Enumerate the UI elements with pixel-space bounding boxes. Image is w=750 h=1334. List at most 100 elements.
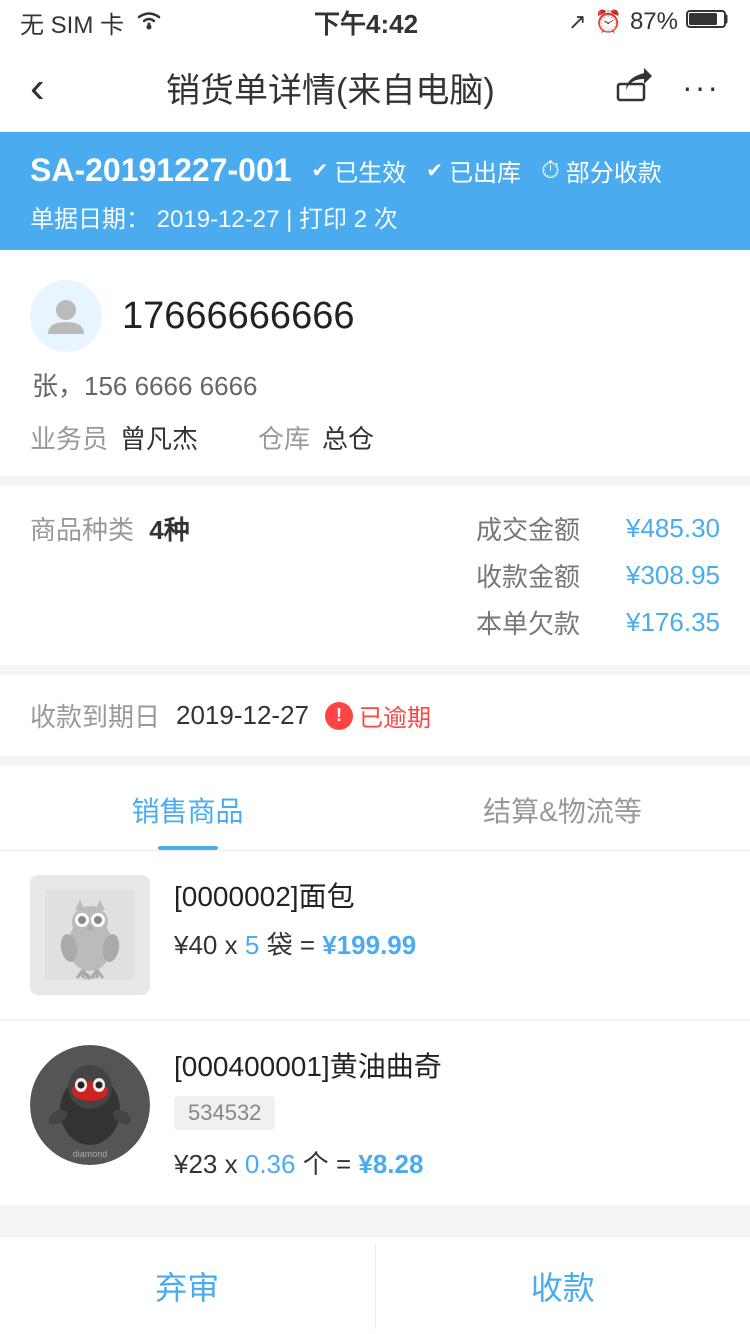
thumb-placeholder-1: 品+ [30,875,150,995]
summary-section: 商品种类 4种 成交金额 ¥485.30 收款金额 ¥308.95 本单欠款 ¥… [0,486,750,665]
warehouse-label: 仓库 [258,419,310,456]
bottom-bar: 弃审 收款 [0,1236,750,1334]
unit-price-2: ¥23 [174,1149,217,1179]
product-type-label: 商品种类 [30,515,134,545]
location-icon: ↗ [568,9,586,35]
carrier-text: 无 SIM 卡 [20,5,124,40]
list-item: 品+ [0000002]面包 ¥40 x 5 袋 = ¥199.99 [0,851,750,1019]
svg-text:diamond: diamond [73,1149,108,1159]
product-thumb-1: 品+ [30,875,150,995]
banner-row1: SA-20191227-001 ✔ 已生效 ✔ 已出库 ⏱ 部分收款 [30,152,720,189]
status-carrier: 无 SIM 卡 [20,5,164,40]
status-bar: 无 SIM 卡 下午4:42 ↗ ⏰ 87% [0,0,750,44]
check-icon-1: ✔ [312,158,329,183]
product-price-1: ¥40 x 5 袋 = ¥199.99 [174,925,720,962]
unit-price-1: ¥40 [174,930,217,960]
due-section: 收款到期日 2019-12-27 ! 已逾期 [0,675,750,756]
date-label: 单据日期： [30,206,150,233]
cancel-button[interactable]: 弃审 [0,1243,376,1329]
list-item: diamond [000400001]黄油曲奇 534532 ¥23 x 0.3… [0,1021,750,1205]
confirm-button[interactable]: 收款 [376,1243,750,1329]
sales-rep: 业务员 曾凡杰 [30,419,198,456]
alarm-icon: ⏰ [595,9,622,35]
share-icon[interactable] [616,66,652,110]
battery-icon [686,8,730,37]
nav-bar: ‹ 销货单详情(来自电脑) ··· [0,44,750,132]
tab-settlement[interactable]: 结算&物流等 [375,766,750,850]
order-id: SA-20191227-001 [30,152,292,189]
product-thumb-2: diamond [30,1045,150,1165]
back-button[interactable]: ‹ [30,63,45,113]
amount-item: 成交金额 ¥485.30 [476,510,720,547]
check-icon-2: ✔ [426,158,443,183]
battery-text: 87% [630,8,678,36]
equals-1: = [300,930,322,960]
clock-icon: ⏱ [541,157,560,185]
due-label: 收款到期日 [30,697,160,734]
product-code-2: [000400001]黄油曲奇 [174,1051,442,1082]
tabs-row: 销售商品 结算&物流等 [0,766,750,851]
status-shipped-text: 已出库 [449,153,521,188]
status-time: 下午4:42 [314,4,418,41]
order-date: 2019-12-27 [157,206,280,233]
avatar [30,280,102,352]
banner-row2: 单据日期： 2019-12-27 | 打印 2 次 [30,199,720,234]
unit-2: 个 [303,1149,329,1179]
owed-label: 本单欠款 [476,604,580,641]
received-value: ¥308.95 [600,560,720,591]
customer-name: 张，156 6666 6666 [30,366,720,403]
product-type-count: 4种 [149,515,189,545]
product-name-1: [0000002]面包 [174,875,720,915]
due-date-value: 2019-12-27 [176,700,309,731]
product-tag-2: 534532 [174,1096,275,1130]
nav-title: 销货单详情(来自电脑) [166,63,495,112]
warehouse-value: 总仓 [322,419,374,456]
nav-actions: ··· [616,66,720,110]
product-price-2: ¥23 x 0.36 个 = ¥8.28 [174,1144,720,1181]
summary-amounts: 成交金额 ¥485.30 收款金额 ¥308.95 本单欠款 ¥176.35 [476,510,720,641]
total-2: ¥8.28 [358,1149,423,1179]
status-effective-text: 已生效 [334,153,406,188]
qty-2: 0.36 [245,1149,296,1179]
status-shipped: ✔ 已出库 [426,153,521,188]
qty-1: 5 [245,930,259,960]
owed-value: ¥176.35 [600,607,720,638]
product-info-2: [000400001]黄油曲奇 534532 ¥23 x 0.36 个 = ¥8… [174,1045,720,1181]
product-type: 商品种类 4种 [30,510,190,547]
status-right: ↗ ⏰ 87% [568,8,730,37]
product-name-2: [000400001]黄油曲奇 [174,1045,720,1085]
customer-meta: 业务员 曾凡杰 仓库 总仓 [30,419,720,456]
print-suffix: 次 [374,206,398,233]
svg-text:品+: 品+ [84,973,97,980]
tab-products[interactable]: 销售商品 [0,766,375,850]
price-separator-1: x [225,930,245,960]
received-item: 收款金额 ¥308.95 [476,557,720,594]
received-label: 收款金额 [476,557,580,594]
sales-rep-label: 业务员 [30,419,108,456]
amount-label: 成交金额 [476,510,580,547]
status-partial: ⏱ 部分收款 [541,153,662,188]
owed-item: 本单欠款 ¥176.35 [476,604,720,641]
status-effective: ✔ 已生效 [312,153,407,188]
product-info-1: [0000002]面包 ¥40 x 5 袋 = ¥199.99 [174,875,720,962]
amount-value: ¥485.30 [600,513,720,544]
unit-1: 袋 [267,930,293,960]
overdue-badge: ! 已逾期 [325,698,431,733]
product-list: 品+ [0000002]面包 ¥40 x 5 袋 = ¥199.99 [0,851,750,1205]
overdue-icon: ! [325,702,353,730]
print-separator: | 打印 [286,206,354,233]
customer-phone: 17666666666 [122,295,354,338]
tabs-section: 销售商品 结算&物流等 [0,766,750,851]
overdue-text: 已逾期 [359,698,431,733]
header-banner: SA-20191227-001 ✔ 已生效 ✔ 已出库 ⏱ 部分收款 单据日期：… [0,132,750,250]
customer-row: 17666666666 [30,280,720,352]
warehouse: 仓库 总仓 [258,419,374,456]
total-1: ¥199.99 [322,930,416,960]
price-separator-2: x [225,1149,245,1179]
equals-2: = [336,1149,358,1179]
customer-section: 17666666666 张，156 6666 6666 业务员 曾凡杰 仓库 总… [0,250,750,476]
print-count: 2 [354,206,367,233]
wifi-icon [134,8,164,37]
sales-rep-value: 曾凡杰 [120,419,198,456]
more-icon[interactable]: ··· [682,69,720,106]
